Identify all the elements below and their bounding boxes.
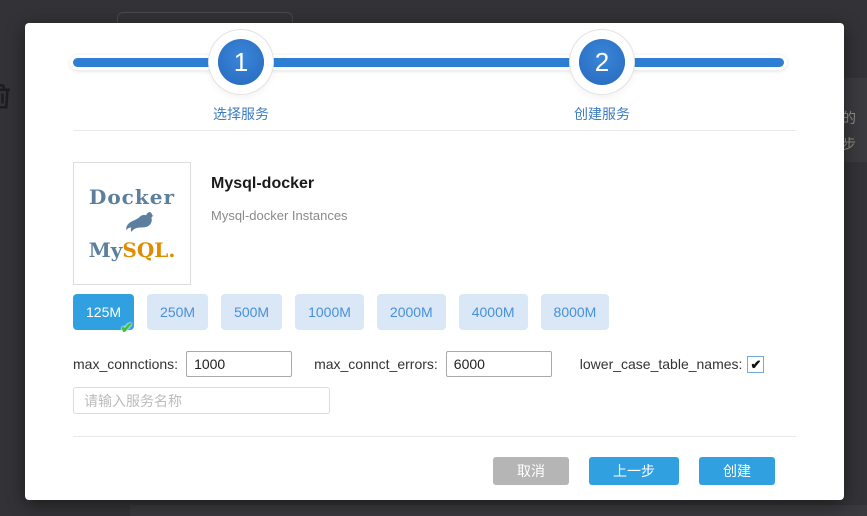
step-2-indicator[interactable]: 2 [579, 39, 625, 85]
max-connect-errors-input[interactable] [445, 351, 552, 377]
lower-case-table-names-label: lower_case_table_names: [579, 356, 743, 372]
create-button[interactable]: 创建 [699, 457, 775, 485]
trash-icon [0, 81, 15, 116]
service-info: Mysql-docker Mysql-docker Instances [211, 162, 348, 285]
progress-bar [73, 58, 784, 67]
background-strip [130, 505, 867, 516]
parameters-row: max_connctions: max_connct_errors: lower… [73, 351, 796, 377]
memory-options: 125M ✔ 250M 500M 1000M 2000M 4000M 8000M [73, 294, 796, 337]
step-1-label: 选择服务 [213, 106, 269, 122]
max-connect-errors-label: max_connct_errors: [314, 356, 438, 372]
service-subtitle: Mysql-docker Instances [211, 208, 348, 223]
background-peek-text: 步 [842, 136, 856, 152]
previous-step-button[interactable]: 上一步 [589, 457, 679, 485]
dialog-footer: 取消 上一步 创建 [73, 457, 796, 485]
page-title: Mysql-docker [211, 175, 315, 192]
memory-option-125m[interactable]: 125M ✔ [73, 294, 135, 337]
selected-check-icon: ✔ [120, 320, 134, 337]
max-connections-input[interactable] [186, 351, 293, 377]
memory-option-250m[interactable]: 250M [147, 294, 209, 330]
wizard-stepper: 1 2 选择服务 创建服务 [73, 23, 796, 131]
memory-option-8000m[interactable]: 8000M [540, 294, 610, 330]
service-logo: Docker MySQL. [73, 162, 191, 285]
mysql-wordmark: MySQL. [88, 238, 176, 262]
memory-option-500m[interactable]: 500M [221, 294, 283, 330]
memory-option-2000m[interactable]: 2000M [376, 294, 446, 330]
footer-divider [73, 436, 796, 437]
docker-wordmark: Docker [89, 185, 175, 209]
mysql-dolphin-icon [121, 211, 157, 240]
max-connections-label: max_connctions: [73, 356, 179, 372]
memory-option-4000m[interactable]: 4000M [458, 294, 528, 330]
service-header: Docker MySQL. Mysql-docker Mysql-docker … [73, 162, 796, 285]
lower-case-checkbox[interactable]: ✔ [747, 355, 765, 373]
memory-option-1000m[interactable]: 1000M [295, 294, 364, 330]
step-2-label: 创建服务 [574, 106, 630, 122]
background-peek-text: 的 [842, 110, 856, 126]
service-name-row [73, 387, 796, 414]
cancel-button[interactable]: 取消 [493, 457, 569, 485]
create-service-dialog: 1 2 选择服务 创建服务 Docker MySQL. Mysql-docker… [25, 23, 844, 500]
step-1-indicator[interactable]: 1 [218, 39, 264, 85]
service-name-input[interactable] [73, 387, 330, 414]
